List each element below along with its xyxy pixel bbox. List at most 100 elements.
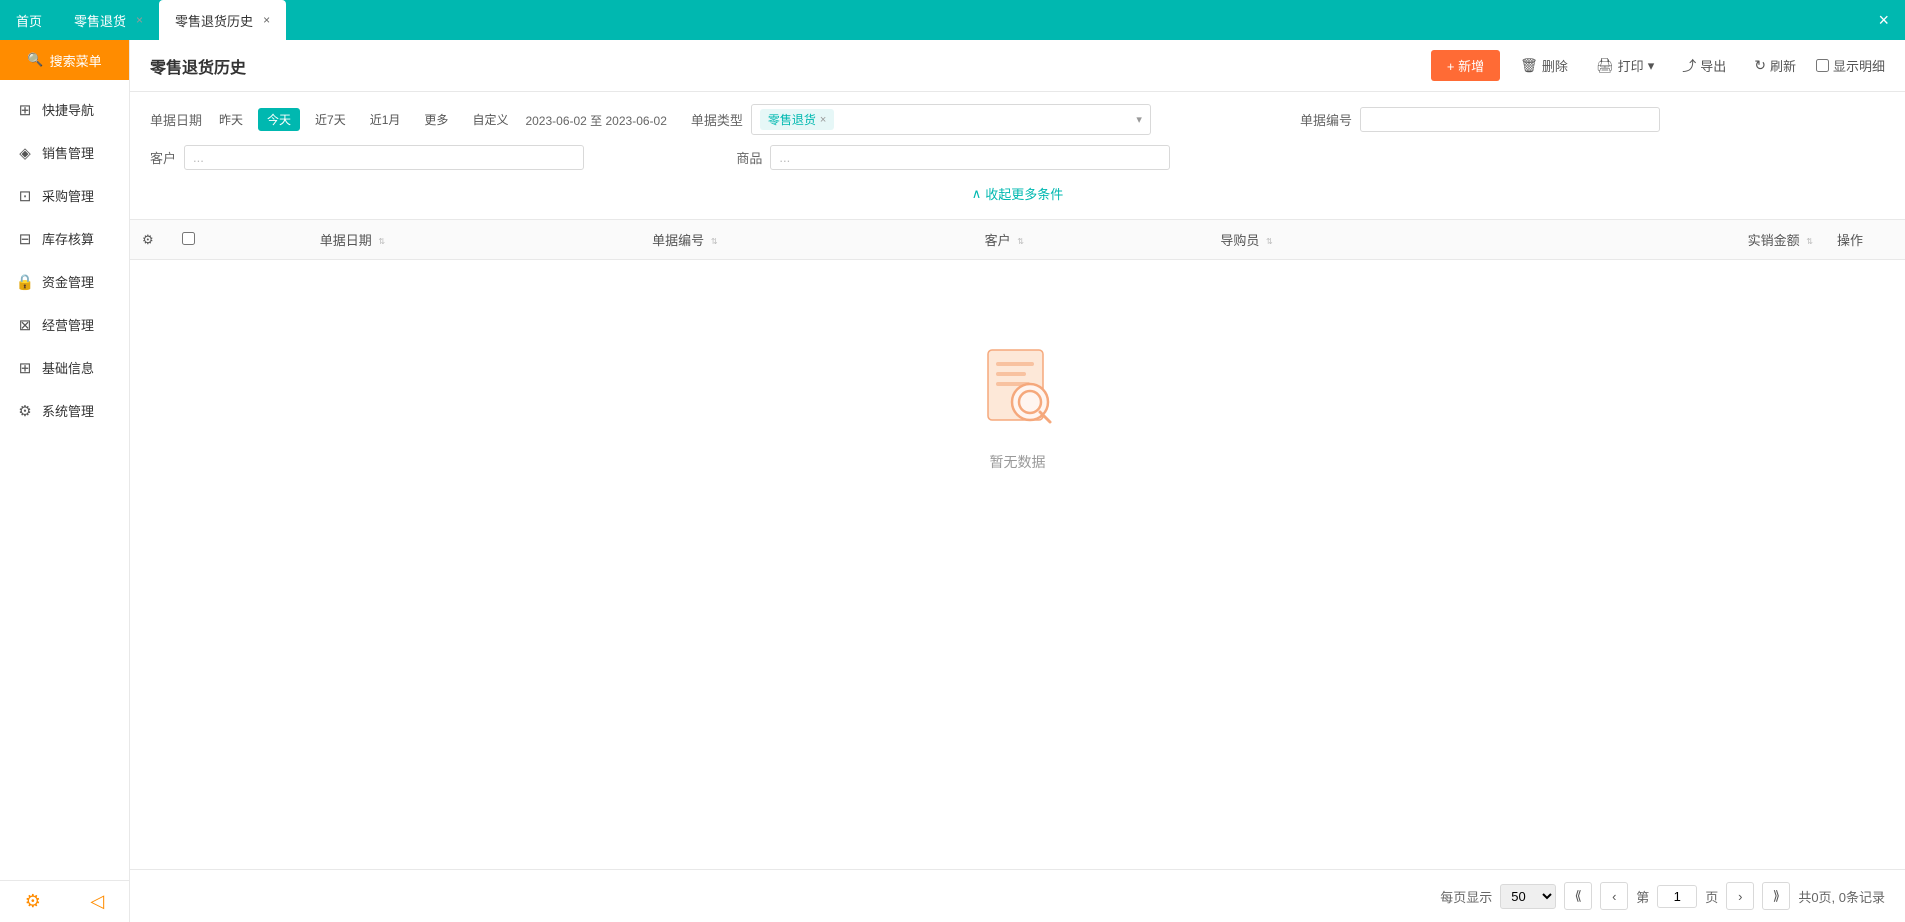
tab-return[interactable]: 零售退货 × [58, 0, 159, 40]
sidebar-item-inventory-label: 库存核算 [42, 229, 94, 248]
quicknav-icon: ⊞ [16, 101, 34, 119]
top-nav: 首页 零售退货 × 零售退货历史 × × [0, 0, 1905, 40]
print-icon: 🖨 [1596, 57, 1614, 74]
doctype-select[interactable]: 零售退货 × ▾ [751, 104, 1151, 135]
inventory-icon: ⊟ [16, 230, 34, 248]
date-btn-yesterday[interactable]: 昨天 [210, 108, 252, 131]
print-dropdown-icon: ▾ [1648, 58, 1655, 74]
th-docno-label: 单据编号 [652, 233, 704, 248]
top-nav-close[interactable]: × [1878, 10, 1905, 31]
sidebar-search[interactable]: 🔍 搜索菜单 [0, 40, 129, 80]
date-range-display: 2023-06-02 至 2023-06-02 [525, 112, 666, 129]
sidebar-bottom: ⚙ ◁ [0, 880, 129, 922]
search-icon: 🔍 [27, 52, 43, 68]
sidebar-item-purchase-label: 采购管理 [42, 186, 94, 205]
sidebar-item-basicinfo[interactable]: ⊞ 基础信息 [0, 346, 129, 389]
doctype-tag: 零售退货 × [760, 109, 834, 130]
sidebar-search-label: 搜索菜单 [50, 51, 102, 70]
display-detail-checkbox[interactable] [1816, 59, 1829, 72]
main-layout: 🔍 搜索菜单 ⊞ 快捷导航 ◈ 销售管理 ⊡ 采购管理 ⊟ 库存核算 🔒 资金 [0, 40, 1905, 922]
add-button[interactable]: + 新增 [1431, 50, 1500, 81]
table-settings-icon[interactable]: ⚙ [142, 232, 154, 247]
page-size-select[interactable]: 10 20 50 100 [1500, 884, 1556, 909]
empty-illustration [968, 340, 1068, 440]
pagination-bar: 每页显示 10 20 50 100 ⟪ ‹ 第 1 页 › ⟫ 共0页, 0条记… [130, 869, 1905, 922]
export-button[interactable]: ⤴ 导出 [1674, 52, 1734, 80]
sidebar-item-basicinfo-label: 基础信息 [42, 358, 94, 377]
sidebar-item-system[interactable]: ⚙ 系统管理 [0, 389, 129, 432]
tab-home[interactable]: 首页 [0, 0, 58, 40]
page-label: 页 [1705, 887, 1718, 906]
select-all-checkbox[interactable] [182, 232, 195, 245]
settings-bottom-icon[interactable]: ⚙ [25, 891, 41, 912]
capital-icon: 🔒 [16, 273, 34, 291]
th-actions: 操作 [1825, 220, 1905, 260]
refresh-label: 刷新 [1770, 56, 1796, 75]
sidebar-item-sales[interactable]: ◈ 销售管理 [0, 131, 129, 174]
doctype-filter-item: 单据类型 零售退货 × ▾ [691, 104, 1276, 135]
sidebar-item-inventory[interactable]: ⊟ 库存核算 [0, 217, 129, 260]
sort-date-icon[interactable]: ⇅ [378, 237, 385, 246]
nav-tabs: 首页 零售退货 × 零售退货历史 × [0, 0, 1878, 40]
next-page-btn[interactable]: › [1726, 882, 1754, 910]
docno-filter-label: 单据编号 [1300, 110, 1352, 129]
doctype-filter-label: 单据类型 [691, 110, 743, 129]
page-size-label: 每页显示 [1440, 887, 1492, 906]
sidebar-item-capital[interactable]: 🔒 资金管理 [0, 260, 129, 303]
table-wrapper: ⚙ 单据日期 ⇅ 单据编号 ⇅ [130, 220, 1905, 869]
sidebar-menu: ⊞ 快捷导航 ◈ 销售管理 ⊡ 采购管理 ⊟ 库存核算 🔒 资金管理 ⊠ 经营管… [0, 80, 129, 880]
tab-return-close[interactable]: × [136, 13, 143, 27]
page-num-input[interactable]: 1 [1657, 885, 1697, 908]
operation-icon: ⊠ [16, 316, 34, 334]
sort-customer-icon[interactable]: ⇅ [1017, 237, 1024, 246]
docno-filter-item: 单据编号 [1300, 107, 1885, 132]
delete-button[interactable]: 🗑 删除 [1512, 52, 1576, 79]
refresh-icon: ↻ [1754, 57, 1766, 74]
doctype-tag-remove[interactable]: × [820, 114, 826, 126]
th-amount-label: 实销金额 [1748, 233, 1800, 248]
sort-amount-icon[interactable]: ⇅ [1806, 237, 1813, 246]
th-settings: ⚙ [130, 220, 170, 260]
filter-area: 单据日期 昨天 今天 近7天 近1月 更多 自定义 2023-06-02 至 2… [130, 92, 1905, 220]
collapse-icon: ∧ [972, 186, 982, 202]
refresh-button[interactable]: ↻ 刷新 [1746, 52, 1804, 79]
date-btn-7days[interactable]: 近7天 [306, 108, 355, 131]
tab-return-history[interactable]: 零售退货历史 × [159, 0, 286, 40]
display-detail-toggle[interactable]: 显示明细 [1816, 56, 1885, 75]
date-btn-custom[interactable]: 自定义 [463, 108, 517, 131]
page-title: 零售退货历史 [150, 54, 246, 78]
sidebar-item-quicknav[interactable]: ⊞ 快捷导航 [0, 88, 129, 131]
sidebar-item-operation[interactable]: ⊠ 经营管理 [0, 303, 129, 346]
filter-row-2: 客户 ... 商品 ... [150, 145, 1885, 170]
collapse-sidebar-icon[interactable]: ◁ [90, 891, 104, 912]
date-filter-buttons: 昨天 今天 近7天 近1月 更多 自定义 [210, 108, 517, 131]
sort-guide-icon[interactable]: ⇅ [1266, 237, 1273, 246]
total-info: 共0页, 0条记录 [1798, 887, 1885, 906]
last-page-btn[interactable]: ⟫ [1762, 882, 1790, 910]
export-icon: ⤴ [1682, 56, 1696, 76]
docno-input[interactable] [1360, 107, 1660, 132]
prev-page-btn[interactable]: ‹ [1600, 882, 1628, 910]
date-btn-1month[interactable]: 近1月 [361, 108, 410, 131]
date-btn-more[interactable]: 更多 [415, 108, 457, 131]
first-page-btn[interactable]: ⟪ [1564, 882, 1592, 910]
th-docno: 单据编号 ⇅ [640, 220, 972, 260]
customer-filter-label: 客户 [150, 148, 176, 167]
delete-icon: 🗑 [1520, 57, 1538, 74]
th-actions-label: 操作 [1837, 233, 1863, 248]
sidebar-item-purchase[interactable]: ⊡ 采购管理 [0, 174, 129, 217]
date-filter-label: 单据日期 [150, 110, 202, 129]
customer-filter-item: 客户 ... [150, 145, 712, 170]
th-date: 单据日期 ⇅ [308, 220, 640, 260]
collapse-btn[interactable]: ∧ 收起更多条件 [150, 180, 1885, 207]
goods-select[interactable]: ... [770, 145, 1170, 170]
sort-docno-icon[interactable]: ⇅ [711, 237, 718, 246]
customer-select[interactable]: ... [184, 145, 584, 170]
tab-return-history-close[interactable]: × [263, 13, 270, 27]
goods-filter-item: 商品 ... [736, 145, 1298, 170]
print-button[interactable]: 🖨 打印 ▾ [1588, 52, 1662, 79]
header-actions: + 新增 🗑 删除 🖨 打印 ▾ ⤴ 导出 ↻ 刷新 [1431, 50, 1885, 81]
goods-placeholder: ... [779, 150, 790, 165]
date-btn-today[interactable]: 今天 [258, 108, 300, 131]
page-jump-label: 第 [1636, 887, 1649, 906]
